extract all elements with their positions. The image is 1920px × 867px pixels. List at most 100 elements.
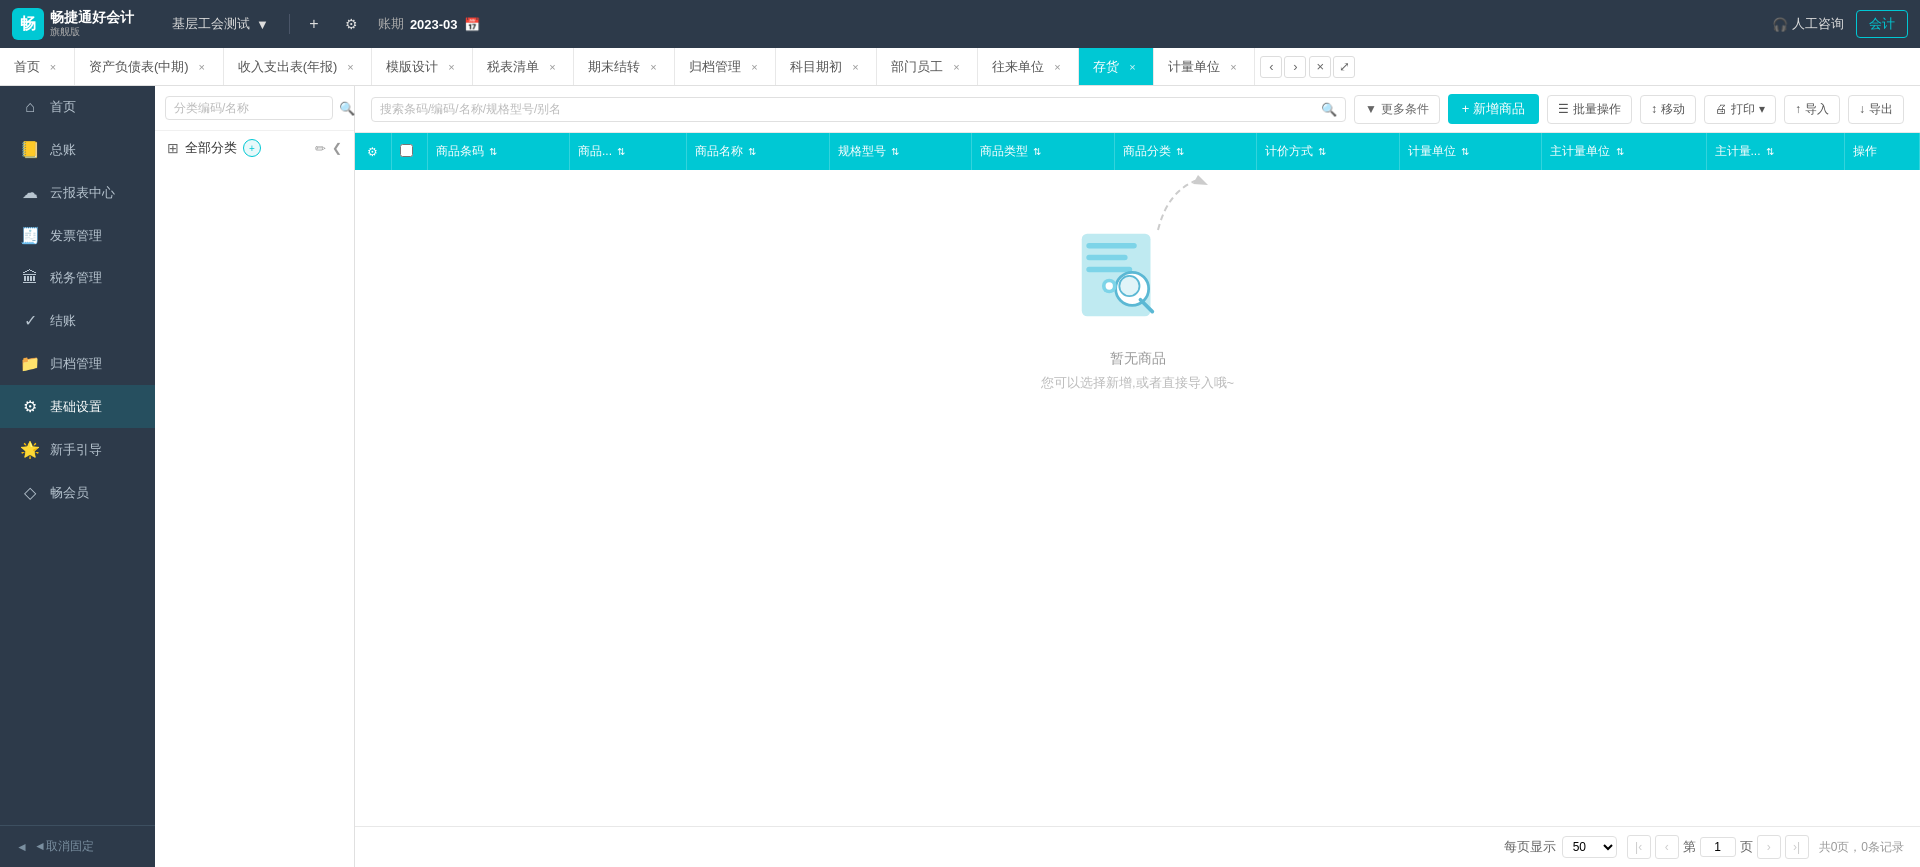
col-code[interactable]: 商品... ⇅	[570, 133, 687, 170]
app-name: 畅捷通好会计	[50, 9, 134, 26]
tab-counterpart-close[interactable]: ×	[1050, 60, 1064, 74]
sidebar-guide-label: 新手引导	[50, 441, 102, 459]
tab-home-close[interactable]: ×	[46, 60, 60, 74]
sidebar-item-guide[interactable]: 🌟 新手引导	[0, 428, 155, 471]
tab-close-all-button[interactable]: ×	[1309, 56, 1331, 78]
tab-taxclear-close[interactable]: ×	[545, 60, 559, 74]
tab-archive-label: 归档管理	[689, 58, 741, 76]
sidebar: ⌂ 首页 📒 总账 ☁ 云报表中心 🧾 发票管理 🏛 税务管理 ✓ 结账 📁 归…	[0, 86, 155, 867]
sidebar-item-ledger[interactable]: 📒 总账	[0, 128, 155, 171]
col-spec[interactable]: 规格型号 ⇅	[829, 133, 972, 170]
tab-subject[interactable]: 科目期初 ×	[776, 48, 877, 86]
tab-period-end-close[interactable]: ×	[646, 60, 660, 74]
svg-marker-0	[1193, 175, 1208, 185]
tab-dept-label: 部门员工	[891, 58, 943, 76]
col-price-method[interactable]: 计价方式 ⇅	[1257, 133, 1400, 170]
settings-button[interactable]: ⚙	[338, 10, 366, 38]
category-edit-button[interactable]: ✏	[315, 141, 326, 156]
calendar-icon[interactable]: 📅	[464, 17, 480, 32]
category-add-button[interactable]: +	[243, 139, 261, 157]
tab-home-label: 首页	[14, 58, 40, 76]
col-settings[interactable]: ⚙	[355, 133, 391, 170]
col-extra[interactable]: 主计量... ⇅	[1706, 133, 1845, 170]
batch-ops-button[interactable]: ☰ 批量操作	[1547, 95, 1632, 124]
category-header-left: ⊞ 全部分类 +	[167, 139, 261, 157]
select-all-checkbox[interactable]	[400, 144, 413, 157]
ai-consult-button[interactable]: 🎧 人工咨询	[1772, 15, 1844, 33]
tab-template-close[interactable]: ×	[444, 60, 458, 74]
more-filter-label: 更多条件	[1381, 101, 1429, 118]
export-icon: ↓	[1859, 102, 1865, 116]
sidebar-item-archive[interactable]: 📁 归档管理	[0, 342, 155, 385]
grid-icon[interactable]: ⊞	[167, 140, 179, 156]
page-prev-button[interactable]: ‹	[1655, 835, 1679, 859]
product-search-input[interactable]	[380, 102, 1315, 116]
add-tab-button[interactable]: +	[302, 12, 326, 36]
tab-inventory[interactable]: 存货 ×	[1079, 48, 1154, 86]
account-button[interactable]: 会计	[1856, 10, 1908, 38]
sidebar-item-settle[interactable]: ✓ 结账	[0, 299, 155, 342]
page-last-button[interactable]: ›|	[1785, 835, 1809, 859]
tab-nav-buttons: ‹ › × ⤢	[1255, 56, 1359, 78]
sidebar-item-tax[interactable]: 🏛 税务管理	[0, 257, 155, 299]
tab-home[interactable]: 首页 ×	[0, 48, 75, 86]
tab-dept[interactable]: 部门员工 ×	[877, 48, 978, 86]
page-size-selector: 每页显示 50 10 20 100	[1504, 836, 1617, 858]
col-barcode[interactable]: 商品条码 ⇅	[427, 133, 570, 170]
sidebar-item-member[interactable]: ◇ 畅会员	[0, 471, 155, 514]
category-collapse-button[interactable]: ❮	[332, 141, 342, 155]
tab-template[interactable]: 模版设计 ×	[372, 48, 473, 86]
top-header: 畅 畅捷通好会计 旗舰版 基层工会测试 ▼ + ⚙ 账期 2023-03 📅 🎧…	[0, 0, 1920, 48]
import-button[interactable]: ↑ 导入	[1784, 95, 1840, 124]
tab-archive-close[interactable]: ×	[747, 60, 761, 74]
col-type[interactable]: 商品类型 ⇅	[972, 133, 1115, 170]
col-unit[interactable]: 计量单位 ⇅	[1399, 133, 1542, 170]
tab-inventory-close[interactable]: ×	[1125, 60, 1139, 74]
company-selector[interactable]: 基层工会测试 ▼	[164, 11, 277, 37]
tab-income-close[interactable]: ×	[343, 60, 357, 74]
pagination-bar: 每页显示 50 10 20 100 |‹ ‹ 第 页	[355, 826, 1920, 867]
dropdown-icon: ▼	[256, 17, 269, 32]
app-edition: 旗舰版	[50, 25, 134, 39]
sidebar-item-report[interactable]: ☁ 云报表中心	[0, 171, 155, 214]
tab-next-button[interactable]: ›	[1284, 56, 1306, 78]
tab-balance-close[interactable]: ×	[195, 60, 209, 74]
tab-dept-close[interactable]: ×	[949, 60, 963, 74]
import-label: 导入	[1805, 101, 1829, 118]
col-checkbox[interactable]	[391, 133, 427, 170]
add-product-button[interactable]: + 新增商品	[1448, 94, 1539, 124]
tab-income[interactable]: 收入支出表(年报) ×	[224, 48, 373, 86]
page-size-select[interactable]: 50 10 20 100	[1562, 836, 1617, 858]
product-search-icon[interactable]: 🔍	[1321, 102, 1337, 117]
tab-unit-close[interactable]: ×	[1226, 60, 1240, 74]
move-button[interactable]: ↕ 移动	[1640, 95, 1696, 124]
tab-subject-close[interactable]: ×	[848, 60, 862, 74]
col-action: 操作	[1845, 133, 1920, 170]
category-search-input[interactable]	[165, 96, 333, 120]
category-search-button[interactable]: 🔍	[339, 96, 355, 120]
sidebar-unpin-button[interactable]: ◄ ◄取消固定	[0, 825, 155, 867]
sidebar-item-home[interactable]: ⌂ 首页	[0, 86, 155, 128]
sidebar-item-basic[interactable]: ⚙ 基础设置	[0, 385, 155, 428]
tab-expand-button[interactable]: ⤢	[1333, 56, 1355, 78]
per-page-label: 每页显示	[1504, 838, 1556, 856]
tab-balance[interactable]: 资产负债表(中期) ×	[75, 48, 224, 86]
page-next-button[interactable]: ›	[1757, 835, 1781, 859]
tab-prev-button[interactable]: ‹	[1260, 56, 1282, 78]
export-button[interactable]: ↓ 导出	[1848, 95, 1904, 124]
tab-counterpart[interactable]: 往来单位 ×	[978, 48, 1079, 86]
page-first-button[interactable]: |‹	[1627, 835, 1651, 859]
page-number-input[interactable]	[1700, 837, 1736, 857]
tab-unit[interactable]: 计量单位 ×	[1154, 48, 1255, 86]
col-category[interactable]: 商品分类 ⇅	[1114, 133, 1257, 170]
all-category-label: 全部分类	[185, 139, 237, 157]
svg-point-9	[1105, 282, 1112, 289]
tab-archive[interactable]: 归档管理 ×	[675, 48, 776, 86]
col-main-unit[interactable]: 主计量单位 ⇅	[1542, 133, 1706, 170]
print-button[interactable]: 🖨 打印 ▾	[1704, 95, 1776, 124]
more-filter-button[interactable]: ▼ 更多条件	[1354, 95, 1440, 124]
col-name[interactable]: 商品名称 ⇅	[687, 133, 830, 170]
tab-taxclear[interactable]: 税表清单 ×	[473, 48, 574, 86]
tab-period-end[interactable]: 期末结转 ×	[574, 48, 675, 86]
sidebar-item-invoice[interactable]: 🧾 发票管理	[0, 214, 155, 257]
